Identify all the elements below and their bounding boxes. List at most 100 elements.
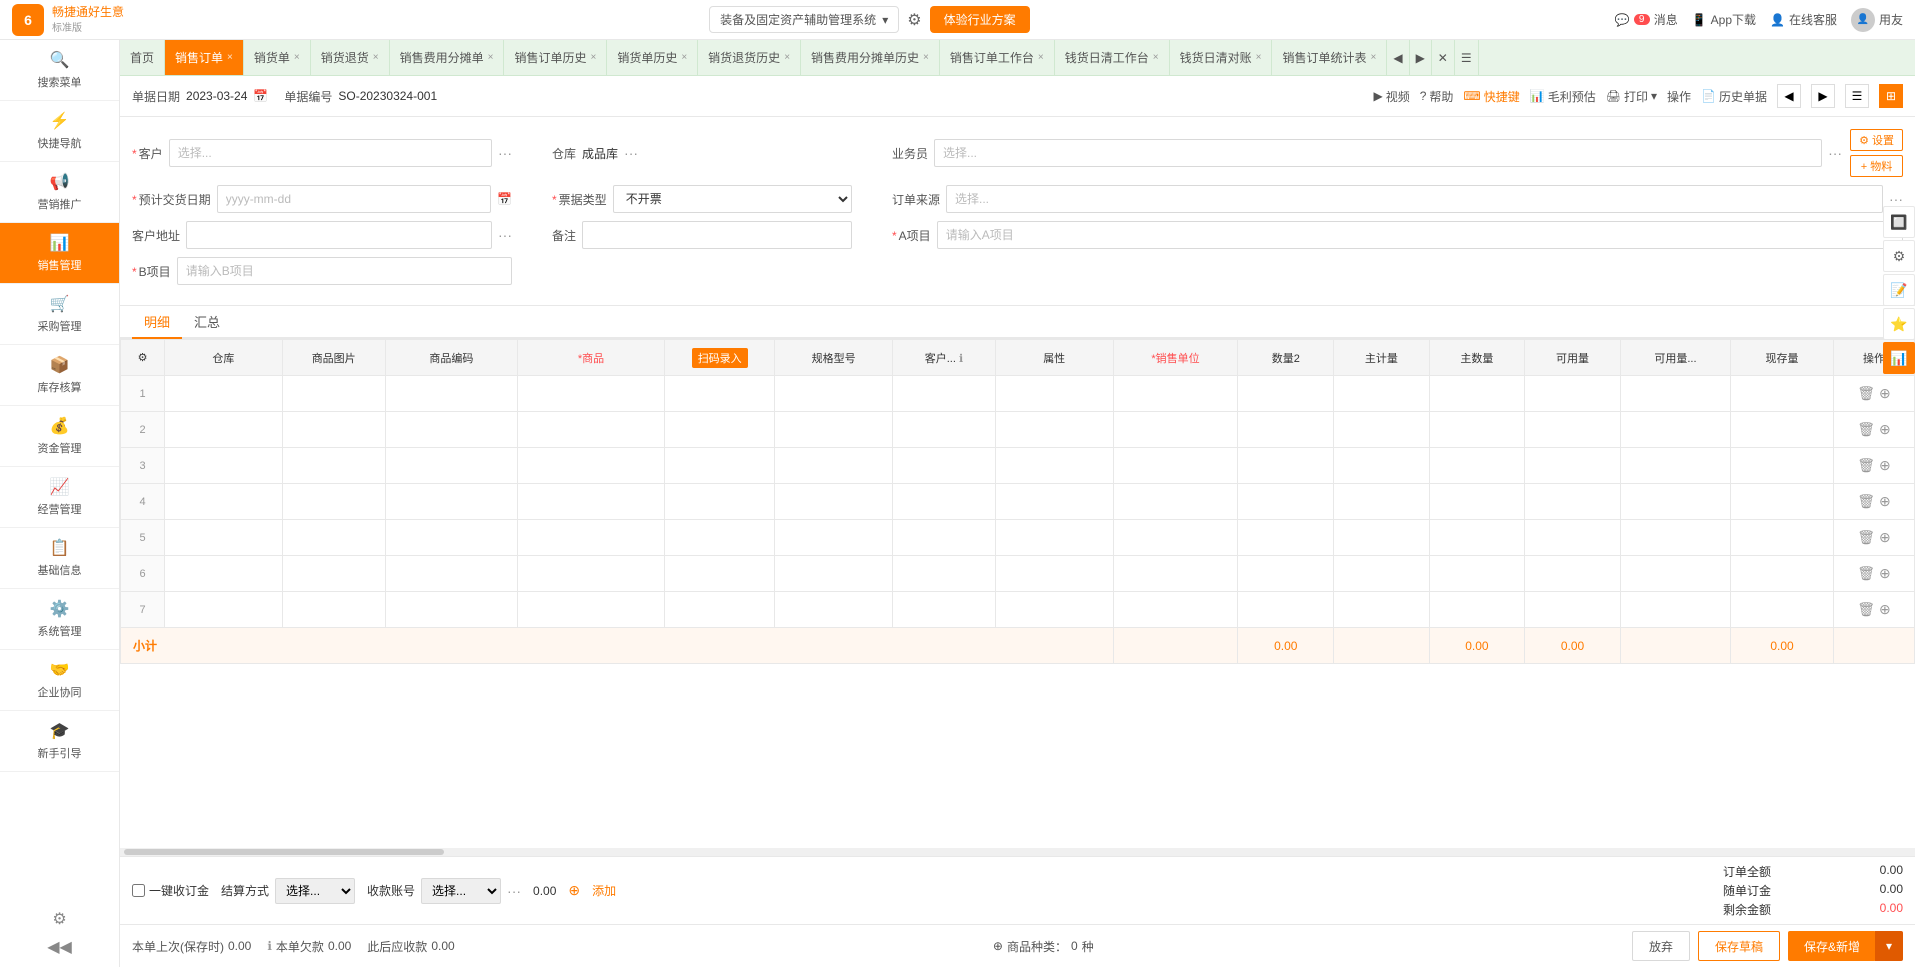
right-action-5[interactable]: 📊: [1883, 342, 1915, 374]
right-action-4[interactable]: ⭐: [1883, 308, 1915, 340]
trial-btn[interactable]: 体验行业方案: [930, 6, 1030, 33]
sidebar-item-inventory[interactable]: 📦 库存核算: [0, 345, 119, 406]
row1-model[interactable]: [775, 376, 893, 412]
settings-panel-btn[interactable]: ⚙ 设置: [1850, 129, 1903, 151]
row6-qty2[interactable]: [1238, 556, 1334, 592]
row6-copy-icon[interactable]: ⊕: [1879, 565, 1891, 582]
row4-code[interactable]: [385, 484, 517, 520]
row4-goods[interactable]: [518, 484, 665, 520]
close-daily-workbench-icon[interactable]: ×: [1153, 52, 1159, 63]
system-selector[interactable]: 装备及固定资产辅助管理系统 ▾: [709, 6, 899, 33]
tab-daily-workbench[interactable]: 钱货日清工作台 ×: [1055, 40, 1170, 76]
sidebar-item-search[interactable]: 🔍 搜索菜单: [0, 40, 119, 101]
notifications-btn[interactable]: 💬 9 消息: [1615, 11, 1678, 28]
collapse-icon[interactable]: ◀◀: [47, 937, 72, 957]
nav-prev-btn[interactable]: ◀: [1777, 84, 1801, 108]
row3-goods[interactable]: [518, 448, 665, 484]
row7-qty2[interactable]: [1238, 592, 1334, 628]
customer-input[interactable]: [169, 139, 492, 167]
row1-qty2[interactable]: [1238, 376, 1334, 412]
row7-attribute[interactable]: [995, 592, 1113, 628]
row5-delete-icon[interactable]: 🗑: [1857, 529, 1875, 546]
sidebar-item-finance[interactable]: 💰 资金管理: [0, 406, 119, 467]
row6-goods[interactable]: [518, 556, 665, 592]
close-expense-icon[interactable]: ×: [488, 52, 494, 63]
row2-unit[interactable]: [1113, 412, 1238, 448]
add-material-btn[interactable]: + 物料: [1850, 155, 1903, 177]
row3-code[interactable]: [385, 448, 517, 484]
row5-customer-code[interactable]: [892, 520, 995, 556]
address-input[interactable]: [186, 221, 492, 249]
row3-warehouse[interactable]: [165, 448, 283, 484]
row3-copy-icon[interactable]: ⊕: [1879, 457, 1891, 474]
row4-copy-icon[interactable]: ⊕: [1879, 493, 1891, 510]
discard-btn[interactable]: 放弃: [1632, 931, 1690, 961]
address-dots-icon[interactable]: ···: [498, 227, 512, 243]
row1-goods[interactable]: [518, 376, 665, 412]
customer-dots-icon[interactable]: ···: [498, 145, 512, 161]
account-dots-icon[interactable]: ···: [507, 883, 521, 899]
operations-btn[interactable]: 操作: [1667, 88, 1691, 105]
row4-unit[interactable]: [1113, 484, 1238, 520]
row6-main-qty[interactable]: [1429, 556, 1525, 592]
sidebar-item-nav[interactable]: ⚡ 快捷导航: [0, 101, 119, 162]
tab-next-btn[interactable]: ▶: [1410, 40, 1432, 76]
tab-sales-report[interactable]: 销售订单统计表 ×: [1272, 40, 1387, 76]
row6-model[interactable]: [775, 556, 893, 592]
expand-btn[interactable]: ⊞: [1879, 84, 1903, 108]
right-action-1[interactable]: 🔲: [1883, 206, 1915, 238]
close-expense-history-icon[interactable]: ×: [923, 52, 929, 63]
row6-attribute[interactable]: [995, 556, 1113, 592]
row5-main-qty[interactable]: [1429, 520, 1525, 556]
sidebar-item-enterprise[interactable]: 🤝 企业协同: [0, 650, 119, 711]
order-source-input[interactable]: [946, 185, 1883, 213]
row2-copy-icon[interactable]: ⊕: [1879, 421, 1891, 438]
row2-warehouse[interactable]: [165, 412, 283, 448]
scan-input-btn[interactable]: 扫码录入: [692, 348, 748, 368]
close-sales-report-icon[interactable]: ×: [1370, 52, 1376, 63]
close-return-icon[interactable]: ×: [373, 52, 379, 63]
row7-unit[interactable]: [1113, 592, 1238, 628]
row6-warehouse[interactable]: [165, 556, 283, 592]
tab-invoice-history[interactable]: 销货单历史 ×: [607, 40, 698, 76]
remark-input[interactable]: [582, 221, 852, 249]
row1-copy-icon[interactable]: ⊕: [1879, 385, 1891, 402]
row6-customer-code[interactable]: [892, 556, 995, 592]
row5-qty2[interactable]: [1238, 520, 1334, 556]
staff-input[interactable]: [934, 139, 1822, 167]
quick-settle-check[interactable]: [132, 884, 145, 897]
row5-copy-icon[interactable]: ⊕: [1879, 529, 1891, 546]
horizontal-scroll[interactable]: [120, 848, 1915, 856]
save-draft-btn[interactable]: 保存草稿: [1698, 931, 1780, 961]
row2-customer-code[interactable]: [892, 412, 995, 448]
b-project-input[interactable]: [177, 257, 512, 285]
tab-prev-btn[interactable]: ◀: [1387, 40, 1409, 76]
profit-btn[interactable]: 📊 毛利预估: [1530, 88, 1596, 105]
invoice-select[interactable]: 不开票 增值税普通发票 增值税专用发票: [613, 185, 852, 213]
row1-code[interactable]: [385, 376, 517, 412]
row4-model[interactable]: [775, 484, 893, 520]
row7-delete-icon[interactable]: 🗑: [1857, 601, 1875, 618]
settle-method-select[interactable]: 选择...: [275, 878, 355, 904]
row1-attribute[interactable]: [995, 376, 1113, 412]
app-download-btn[interactable]: 📱 App下载: [1692, 11, 1756, 28]
add-btn[interactable]: 添加: [592, 882, 616, 899]
tab-sales-invoice[interactable]: 销货单 ×: [244, 40, 311, 76]
row2-code[interactable]: [385, 412, 517, 448]
sidebar-item-basic[interactable]: 📋 基础信息: [0, 528, 119, 589]
delivery-input[interactable]: [217, 185, 491, 213]
row6-delete-icon[interactable]: 🗑: [1857, 565, 1875, 582]
sidebar-item-marketing[interactable]: 📢 营销推广: [0, 162, 119, 223]
col-scan[interactable]: 扫码录入: [665, 340, 775, 376]
row7-model[interactable]: [775, 592, 893, 628]
row7-goods[interactable]: [518, 592, 665, 628]
shortcut-btn[interactable]: ⌨ 快捷键: [1463, 88, 1519, 105]
calendar2-icon[interactable]: 📅: [497, 192, 512, 206]
h-scrollbar-thumb[interactable]: [124, 849, 444, 855]
row6-code[interactable]: [385, 556, 517, 592]
print-btn[interactable]: 🖨 打印 ▾: [1606, 88, 1657, 105]
row3-attribute[interactable]: [995, 448, 1113, 484]
order-source-dots-icon[interactable]: ···: [1889, 191, 1903, 207]
row3-main-qty[interactable]: [1429, 448, 1525, 484]
close-order-history-icon[interactable]: ×: [590, 52, 596, 63]
